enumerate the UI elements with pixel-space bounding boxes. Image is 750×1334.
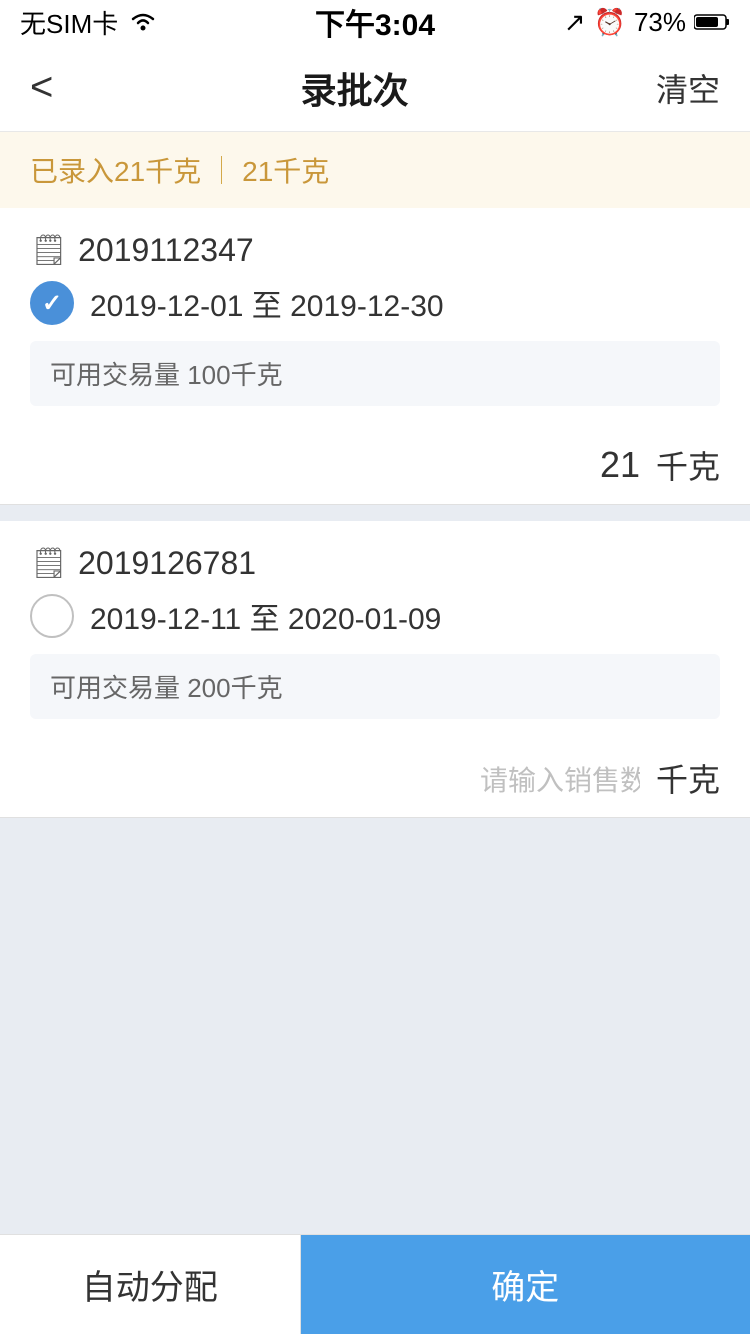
location-icon: ↗	[564, 7, 586, 38]
battery-icon	[694, 7, 730, 38]
bottom-area	[0, 818, 750, 1258]
batch-item-2: 🗒 2019126781 2019-12-11 至 2020-01-09 可用交…	[0, 521, 750, 818]
status-time: 下午3:04	[315, 0, 435, 44]
batch-id-2: 2019126781	[78, 545, 256, 582]
page-title: 录批次	[301, 62, 409, 114]
confirm-label: 确定	[491, 1260, 559, 1309]
status-bar: 无SIM卡 下午3:04 ↗ ⏰ 73%	[0, 0, 750, 44]
nav-bar: < 录批次 清空	[0, 44, 750, 132]
clear-button[interactable]: 清空	[656, 65, 720, 111]
radio-button-2[interactable]	[30, 594, 74, 638]
carrier-text: 无SIM卡	[20, 4, 118, 41]
batch-qty-box-2: 可用交易量 200千克	[30, 654, 720, 719]
batch-date-2: 2019-12-11 至 2020-01-09	[90, 594, 441, 638]
batch-date-row-2[interactable]: 2019-12-11 至 2020-01-09	[30, 594, 720, 638]
auto-distribute-button[interactable]: 自动分配	[0, 1235, 301, 1334]
batch-doc-icon: 🗒	[30, 233, 68, 268]
radio-button-1[interactable]	[30, 281, 74, 325]
battery-text: 73%	[634, 7, 686, 38]
back-button[interactable]: <	[30, 65, 53, 110]
batch-date-row-1[interactable]: 2019-12-01 至 2019-12-30	[30, 281, 720, 325]
batch-qty-box-1: 可用交易量 100千克	[30, 341, 720, 406]
batch-doc-icon-2: 🗒	[30, 546, 68, 581]
auto-distribute-label: 自动分配	[82, 1260, 218, 1309]
qty-input-2[interactable]	[480, 757, 640, 799]
wifi-icon	[128, 7, 158, 38]
confirm-button[interactable]: 确定	[301, 1235, 750, 1334]
status-carrier: 无SIM卡	[20, 4, 158, 41]
batch-id-row-2: 🗒 2019126781	[30, 545, 720, 582]
alarm-icon: ⏰	[594, 7, 626, 38]
recorded-label: 已录入21千克	[30, 150, 201, 190]
status-icons: ↗ ⏰ 73%	[564, 7, 730, 38]
footer: 自动分配 确定	[0, 1234, 750, 1334]
input-row-2[interactable]: 千克	[0, 739, 750, 818]
batch-id-row-1: 🗒 2019112347	[30, 232, 720, 269]
batch-id-1: 2019112347	[78, 232, 254, 269]
summary-banner: 已录入21千克 21千克	[0, 132, 750, 208]
qty-value-1: 21	[600, 444, 640, 486]
qty-unit-1: 千克	[656, 442, 720, 488]
summary-divider	[221, 156, 222, 184]
batch-qty-label-1: 可用交易量 100千克	[50, 360, 283, 390]
section-divider	[0, 505, 750, 521]
qty-unit-2: 千克	[656, 755, 720, 801]
input-row-1: 21 千克	[0, 426, 750, 505]
total-label: 21千克	[242, 150, 329, 190]
batch-qty-label-2: 可用交易量 200千克	[50, 673, 283, 703]
batch-item-1: 🗒 2019112347 2019-12-01 至 2019-12-30 可用交…	[0, 208, 750, 505]
batch-date-1: 2019-12-01 至 2019-12-30	[90, 281, 444, 325]
